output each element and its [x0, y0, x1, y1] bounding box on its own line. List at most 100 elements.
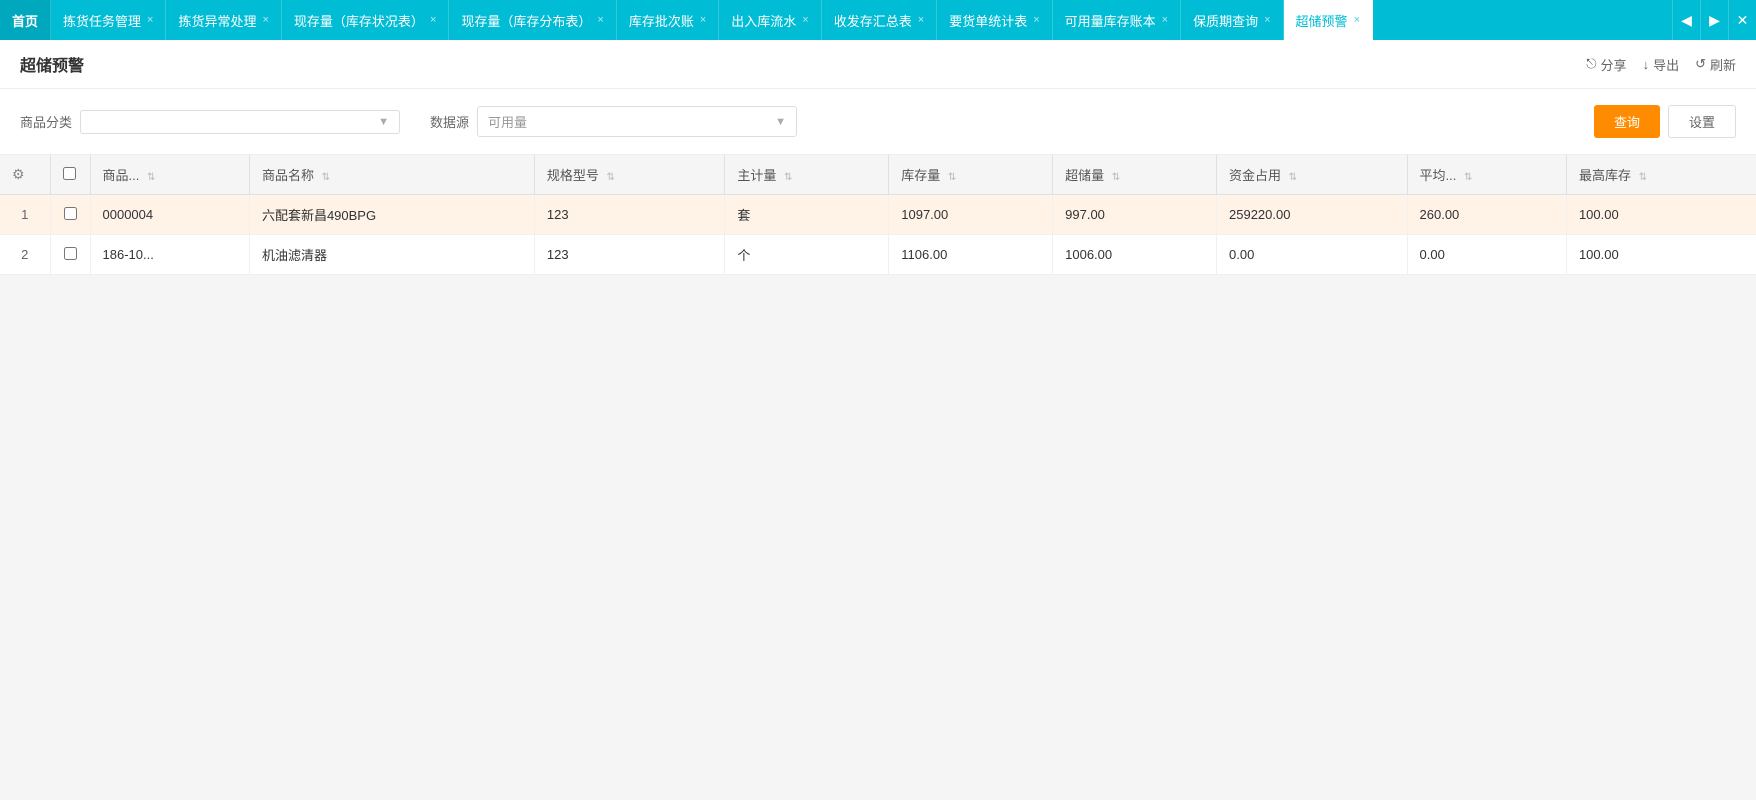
table-row: 2 186-10... 机油滤清器 123 个 1106.00 1006.00 …: [0, 235, 1756, 275]
row-capital: 0.00: [1217, 235, 1408, 275]
row-capital: 259220.00: [1217, 195, 1408, 235]
nav-pick-exception[interactable]: 拣货异常处理 ×: [166, 0, 281, 40]
row-checkbox-cell: [50, 235, 90, 275]
nav-batch-account-label: 库存批次账: [629, 11, 694, 30]
sort-max-stock-icon[interactable]: ⇅: [1639, 172, 1647, 183]
nav-inventory-dist-close[interactable]: ×: [597, 14, 603, 26]
row-spec: 123: [534, 195, 725, 235]
nav-close-all[interactable]: ✕: [1728, 0, 1756, 40]
col-stock[interactable]: 库存量 ⇅: [889, 155, 1053, 195]
sort-capital-icon[interactable]: ⇅: [1289, 172, 1297, 183]
nav-available-ledger-label: 可用量库存账本: [1065, 11, 1156, 30]
nav-right-arrow[interactable]: ▶: [1700, 0, 1728, 40]
nav-home-label: 首页: [12, 11, 38, 30]
nav-requisition[interactable]: 要货单统计表 ×: [937, 0, 1052, 40]
refresh-label: 刷新: [1710, 55, 1736, 74]
nav-expiry-query-close[interactable]: ×: [1264, 14, 1270, 26]
nav-overstock-warning[interactable]: 超储预警 ×: [1284, 0, 1373, 40]
col-capital-label: 资金占用: [1229, 168, 1281, 183]
col-avg[interactable]: 平均... ⇅: [1407, 155, 1566, 195]
nav-pick-task[interactable]: 拣货任务管理 ×: [51, 0, 166, 40]
nav-in-out-flow[interactable]: 出入库流水 ×: [719, 0, 821, 40]
nav-summary-label: 收发存汇总表: [834, 11, 912, 30]
col-max-stock[interactable]: 最高库存 ⇅: [1566, 155, 1756, 195]
category-filter-group: 商品分类 ▼: [20, 110, 400, 134]
table-body: 1 0000004 六配套新昌490BPG 123 套 1097.00 997.…: [0, 195, 1756, 275]
datasource-select[interactable]: 可用量 ▼: [477, 106, 797, 137]
nav-summary[interactable]: 收发存汇总表 ×: [822, 0, 937, 40]
nav-home[interactable]: 首页: [0, 0, 51, 40]
datasource-select-value: 可用量: [488, 112, 527, 131]
row-product-code: 186-10...: [90, 235, 249, 275]
col-spec[interactable]: 规格型号 ⇅: [534, 155, 725, 195]
datasource-label: 数据源: [430, 112, 469, 131]
col-unit-label: 主计量: [737, 168, 776, 183]
table-container: ⚙ 商品... ⇅ 商品名称 ⇅ 规格型号 ⇅ 主计量: [0, 155, 1756, 275]
nav-requisition-close[interactable]: ×: [1033, 14, 1039, 26]
row-stock: 1097.00: [889, 195, 1053, 235]
nav-requisition-label: 要货单统计表: [949, 11, 1027, 30]
refresh-icon: ↺: [1695, 56, 1706, 72]
col-unit[interactable]: 主计量 ⇅: [725, 155, 889, 195]
page-header: 超储预警 ⎋ 分享 ↓ 导出 ↺ 刷新: [0, 40, 1756, 89]
row-max-stock: 100.00: [1566, 235, 1756, 275]
row-checkbox[interactable]: [64, 247, 77, 260]
nav-pick-task-close[interactable]: ×: [147, 14, 153, 26]
settings-icon[interactable]: ⚙: [12, 166, 25, 182]
col-capital[interactable]: 资金占用 ⇅: [1217, 155, 1408, 195]
nav-inventory-status-close[interactable]: ×: [430, 14, 436, 26]
filter-actions: 查询 设置: [1594, 105, 1736, 138]
row-spec: 123: [534, 235, 725, 275]
sort-stock-icon[interactable]: ⇅: [948, 172, 956, 183]
col-max-stock-label: 最高库存: [1579, 168, 1631, 183]
col-overstock[interactable]: 超储量 ⇅: [1053, 155, 1217, 195]
sort-product-code-icon[interactable]: ⇅: [147, 172, 155, 183]
row-product-code: 0000004: [90, 195, 249, 235]
nav-pick-exception-close[interactable]: ×: [262, 14, 268, 26]
col-product-code[interactable]: 商品... ⇅: [90, 155, 249, 195]
row-checkbox-cell: [50, 195, 90, 235]
query-button[interactable]: 查询: [1594, 105, 1660, 138]
nav-left-arrow[interactable]: ◀: [1672, 0, 1700, 40]
row-overstock: 1006.00: [1053, 235, 1217, 275]
category-chevron-down-icon: ▼: [378, 116, 389, 128]
category-select[interactable]: ▼: [80, 110, 400, 134]
table-row: 1 0000004 六配套新昌490BPG 123 套 1097.00 997.…: [0, 195, 1756, 235]
row-avg: 0.00: [1407, 235, 1566, 275]
row-seq: 2: [0, 235, 50, 275]
row-avg: 260.00: [1407, 195, 1566, 235]
sort-product-name-icon[interactable]: ⇅: [322, 172, 330, 183]
sort-overstock-icon[interactable]: ⇅: [1112, 172, 1120, 183]
sort-unit-icon[interactable]: ⇅: [784, 172, 792, 183]
nav-overstock-warning-close[interactable]: ×: [1354, 14, 1360, 26]
nav-in-out-flow-close[interactable]: ×: [802, 14, 808, 26]
nav-expiry-query[interactable]: 保质期查询 ×: [1181, 0, 1283, 40]
share-button[interactable]: ⎋ 分享: [1586, 55, 1626, 74]
sort-spec-icon[interactable]: ⇅: [607, 172, 615, 183]
nav-batch-account[interactable]: 库存批次账 ×: [617, 0, 719, 40]
nav-inventory-dist-label: 现存量（库存分布表）: [461, 11, 591, 30]
nav-available-ledger[interactable]: 可用量库存账本 ×: [1053, 0, 1181, 40]
col-product-name-label: 商品名称: [262, 168, 314, 183]
sort-avg-icon[interactable]: ⇅: [1464, 172, 1472, 183]
nav-inventory-status[interactable]: 现存量（库存状况表） ×: [282, 0, 449, 40]
refresh-button[interactable]: ↺ 刷新: [1695, 55, 1736, 74]
setting-button[interactable]: 设置: [1668, 105, 1736, 138]
nav-batch-account-close[interactable]: ×: [700, 14, 706, 26]
nav-inventory-dist[interactable]: 现存量（库存分布表） ×: [449, 0, 616, 40]
export-icon: ↓: [1643, 57, 1650, 72]
row-seq: 1: [0, 195, 50, 235]
share-icon: ⎋: [1586, 56, 1596, 72]
nav-available-ledger-close[interactable]: ×: [1162, 14, 1168, 26]
row-overstock: 997.00: [1053, 195, 1217, 235]
export-button[interactable]: ↓ 导出: [1643, 55, 1680, 74]
col-product-name[interactable]: 商品名称 ⇅: [249, 155, 534, 195]
row-unit: 套: [725, 195, 889, 235]
nav-inventory-status-label: 现存量（库存状况表）: [294, 11, 424, 30]
nav-summary-close[interactable]: ×: [918, 14, 924, 26]
row-max-stock: 100.00: [1566, 195, 1756, 235]
share-label: 分享: [1601, 55, 1627, 74]
row-checkbox[interactable]: [64, 207, 77, 220]
nav-bar: 首页 拣货任务管理 × 拣货异常处理 × 现存量（库存状况表） × 现存量（库存…: [0, 0, 1756, 40]
select-all-checkbox[interactable]: [63, 167, 76, 180]
